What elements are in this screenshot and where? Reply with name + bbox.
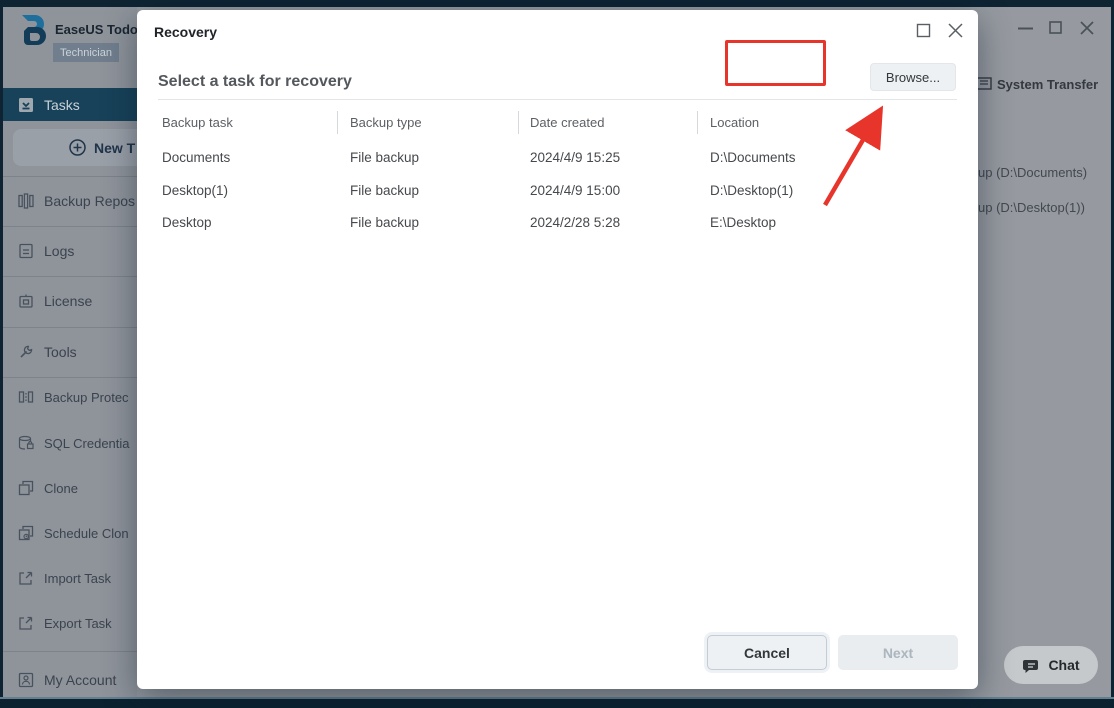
sidebar-item-label: Backup Repos bbox=[44, 193, 135, 209]
sidebar-divider bbox=[3, 176, 137, 177]
new-task-button[interactable]: New T bbox=[13, 129, 137, 166]
cell-backup-task: Desktop bbox=[162, 211, 212, 235]
sidebar-divider bbox=[3, 327, 137, 328]
my-account-icon bbox=[18, 672, 34, 688]
new-task-label: New T bbox=[94, 140, 135, 156]
export-task-icon bbox=[18, 615, 34, 631]
dialog-maximize-icon[interactable] bbox=[916, 23, 931, 38]
sidebar-item-my-account[interactable]: My Account bbox=[3, 664, 137, 696]
sidebar-item-schedule-clone[interactable]: Schedule Clon bbox=[3, 517, 137, 549]
backup-repository-icon bbox=[18, 193, 34, 209]
window-frame-top bbox=[0, 0, 1114, 7]
sidebar-item-clone[interactable]: Clone bbox=[3, 472, 137, 504]
sidebar-divider bbox=[3, 276, 137, 277]
sidebar-item-backup-repository[interactable]: Backup Repos bbox=[3, 185, 137, 217]
sidebar-item-sql-credentials[interactable]: SQL Credentia bbox=[3, 427, 137, 459]
dialog-heading: Select a task for recovery bbox=[158, 73, 352, 91]
schedule-clone-icon bbox=[18, 525, 34, 541]
sidebar-item-tools[interactable]: Tools bbox=[3, 336, 137, 368]
recovery-dialog: Recovery Select a task for recovery Brow… bbox=[137, 10, 978, 689]
sidebar-divider bbox=[3, 377, 137, 378]
sidebar-item-label: Clone bbox=[44, 481, 78, 496]
column-header-date-created[interactable]: Date created bbox=[530, 112, 604, 134]
window-minimize-button[interactable] bbox=[1018, 27, 1033, 30]
sidebar-item-logs[interactable]: Logs bbox=[3, 235, 137, 267]
dialog-close-icon[interactable] bbox=[947, 22, 964, 39]
sidebar-item-label: Tools bbox=[44, 344, 77, 360]
cancel-button[interactable]: Cancel bbox=[707, 635, 827, 670]
tasks-icon bbox=[18, 97, 34, 113]
system-transfer-icon bbox=[976, 76, 992, 92]
sidebar-item-label: Tasks bbox=[44, 97, 80, 113]
app-window: System Transfer up (D:\Documents) up (D:… bbox=[0, 0, 1114, 708]
window-frame-bottom bbox=[0, 699, 1114, 708]
cell-backup-type: File backup bbox=[350, 179, 419, 203]
column-divider bbox=[697, 111, 698, 134]
dialog-title: Recovery bbox=[154, 24, 217, 40]
sidebar-item-export-task[interactable]: Export Task bbox=[3, 607, 137, 639]
table-row[interactable]: Desktop File backup 2024/2/28 5:28 E:\De… bbox=[137, 211, 957, 235]
sidebar-item-label: Export Task bbox=[44, 616, 112, 631]
cell-location: D:\Desktop(1) bbox=[710, 179, 793, 203]
system-transfer-label[interactable]: System Transfer bbox=[997, 77, 1098, 92]
chat-icon bbox=[1022, 656, 1041, 675]
table-row[interactable]: Desktop(1) File backup 2024/4/9 15:00 D:… bbox=[137, 179, 957, 203]
sidebar-item-backup-protection[interactable]: Backup Protec bbox=[3, 381, 137, 413]
sidebar-item-label: Import Task bbox=[44, 571, 111, 586]
brand-name: EaseUS Todo bbox=[55, 22, 137, 37]
column-divider bbox=[337, 111, 338, 134]
sidebar-item-label: SQL Credentia bbox=[44, 436, 130, 451]
backup-location-fragment: up (D:\Documents) bbox=[978, 165, 1087, 180]
sidebar-item-import-task[interactable]: Import Task bbox=[3, 562, 137, 594]
column-header-backup-task[interactable]: Backup task bbox=[162, 112, 233, 134]
sidebar-divider bbox=[3, 651, 137, 652]
clone-icon bbox=[18, 480, 34, 496]
cell-date-created: 2024/2/28 5:28 bbox=[530, 211, 620, 235]
sidebar: EaseUS Todo Technician Tasks New T Backu… bbox=[3, 7, 137, 697]
license-icon bbox=[18, 293, 34, 309]
easeus-logo bbox=[16, 13, 50, 53]
cell-date-created: 2024/4/9 15:00 bbox=[530, 179, 620, 203]
dialog-divider bbox=[158, 99, 957, 100]
logs-icon bbox=[18, 243, 34, 259]
tools-icon bbox=[18, 344, 34, 360]
sidebar-item-license[interactable]: License bbox=[3, 285, 137, 317]
sidebar-item-label: My Account bbox=[44, 672, 116, 688]
cell-backup-type: File backup bbox=[350, 146, 419, 170]
cell-location: E:\Desktop bbox=[710, 211, 776, 235]
chat-label: Chat bbox=[1048, 657, 1079, 673]
window-frame-left bbox=[0, 0, 3, 708]
cell-date-created: 2024/4/9 15:25 bbox=[530, 146, 620, 170]
window-maximize-button[interactable] bbox=[1049, 21, 1062, 34]
column-header-backup-type[interactable]: Backup type bbox=[350, 112, 422, 134]
plus-circle-icon bbox=[69, 139, 86, 156]
cell-backup-task: Documents bbox=[162, 146, 230, 170]
cell-backup-task: Desktop(1) bbox=[162, 179, 228, 203]
sidebar-item-label: License bbox=[44, 293, 92, 309]
window-close-button[interactable] bbox=[1080, 21, 1094, 35]
column-divider bbox=[518, 111, 519, 134]
cell-backup-type: File backup bbox=[350, 211, 419, 235]
cell-location: D:\Documents bbox=[710, 146, 796, 170]
chat-button[interactable]: Chat bbox=[1004, 646, 1098, 684]
sidebar-item-tasks[interactable]: Tasks bbox=[3, 88, 137, 121]
edition-badge: Technician bbox=[53, 43, 119, 62]
sidebar-divider bbox=[3, 226, 137, 227]
import-task-icon bbox=[18, 570, 34, 586]
sql-credentials-icon bbox=[18, 435, 34, 451]
table-row[interactable]: Documents File backup 2024/4/9 15:25 D:\… bbox=[137, 146, 957, 170]
sidebar-item-label: Logs bbox=[44, 243, 74, 259]
column-header-location[interactable]: Location bbox=[710, 112, 759, 134]
backup-location-fragment: up (D:\Desktop(1)) bbox=[978, 200, 1085, 215]
backup-protection-icon bbox=[18, 389, 34, 405]
browse-button[interactable]: Browse... bbox=[870, 63, 956, 91]
sidebar-item-label: Backup Protec bbox=[44, 390, 129, 405]
sidebar-item-label: Schedule Clon bbox=[44, 526, 129, 541]
next-button[interactable]: Next bbox=[838, 635, 958, 670]
